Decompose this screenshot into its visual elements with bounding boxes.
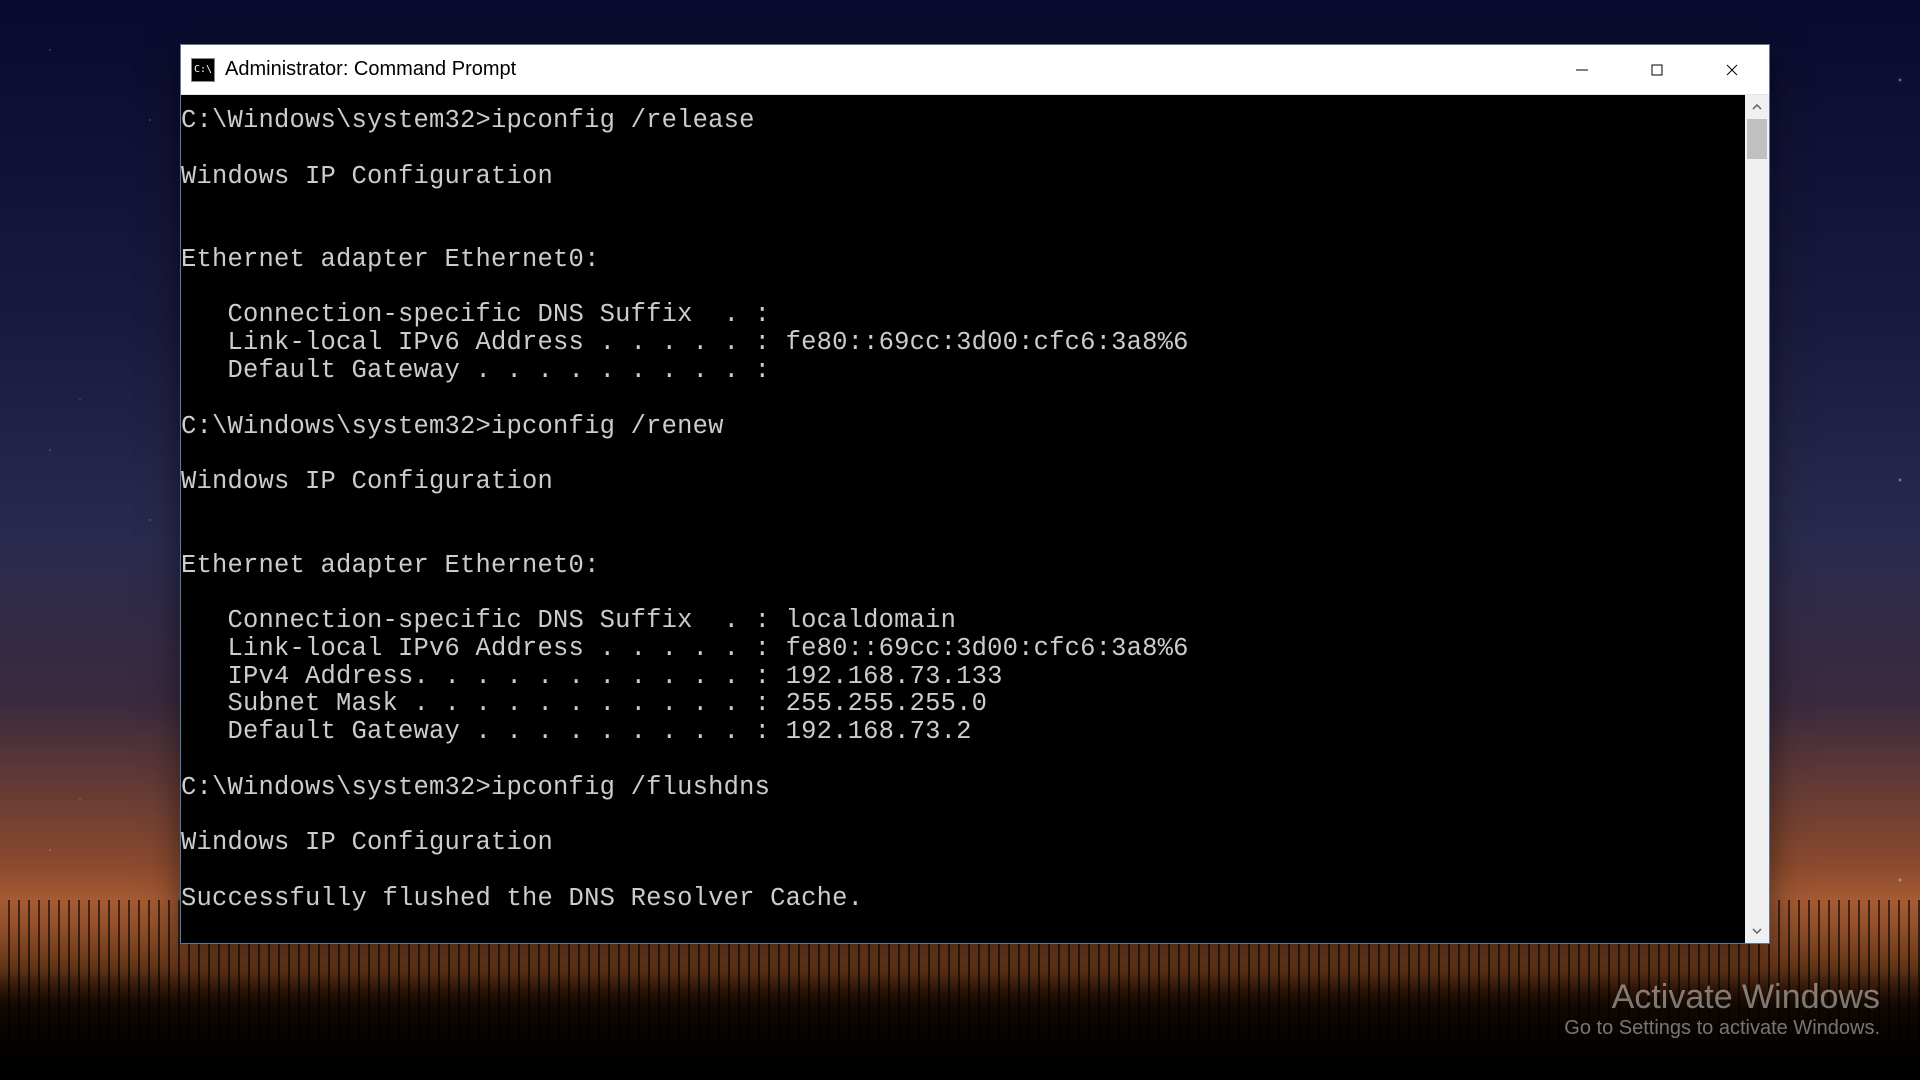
scroll-down-button[interactable] xyxy=(1745,919,1769,943)
terminal-area: C:\Windows\system32>ipconfig /release Wi… xyxy=(181,95,1769,943)
terminal-output[interactable]: C:\Windows\system32>ipconfig /release Wi… xyxy=(181,95,1745,943)
cmd-icon: C:\ xyxy=(191,58,215,82)
window-controls xyxy=(1544,45,1769,94)
watermark-title: Activate Windows xyxy=(1564,978,1880,1017)
scroll-thumb[interactable] xyxy=(1747,119,1767,159)
minimize-button[interactable] xyxy=(1544,45,1619,94)
maximize-button[interactable] xyxy=(1619,45,1694,94)
close-button[interactable] xyxy=(1694,45,1769,94)
scroll-up-button[interactable] xyxy=(1745,95,1769,119)
watermark-subtitle: Go to Settings to activate Windows. xyxy=(1564,1017,1880,1040)
activate-windows-watermark: Activate Windows Go to Settings to activ… xyxy=(1564,978,1880,1040)
command-prompt-window: C:\ Administrator: Command Prompt C:\Win… xyxy=(180,44,1770,944)
vertical-scrollbar[interactable] xyxy=(1745,95,1769,943)
titlebar[interactable]: C:\ Administrator: Command Prompt xyxy=(181,45,1769,95)
window-title: Administrator: Command Prompt xyxy=(225,58,1544,81)
